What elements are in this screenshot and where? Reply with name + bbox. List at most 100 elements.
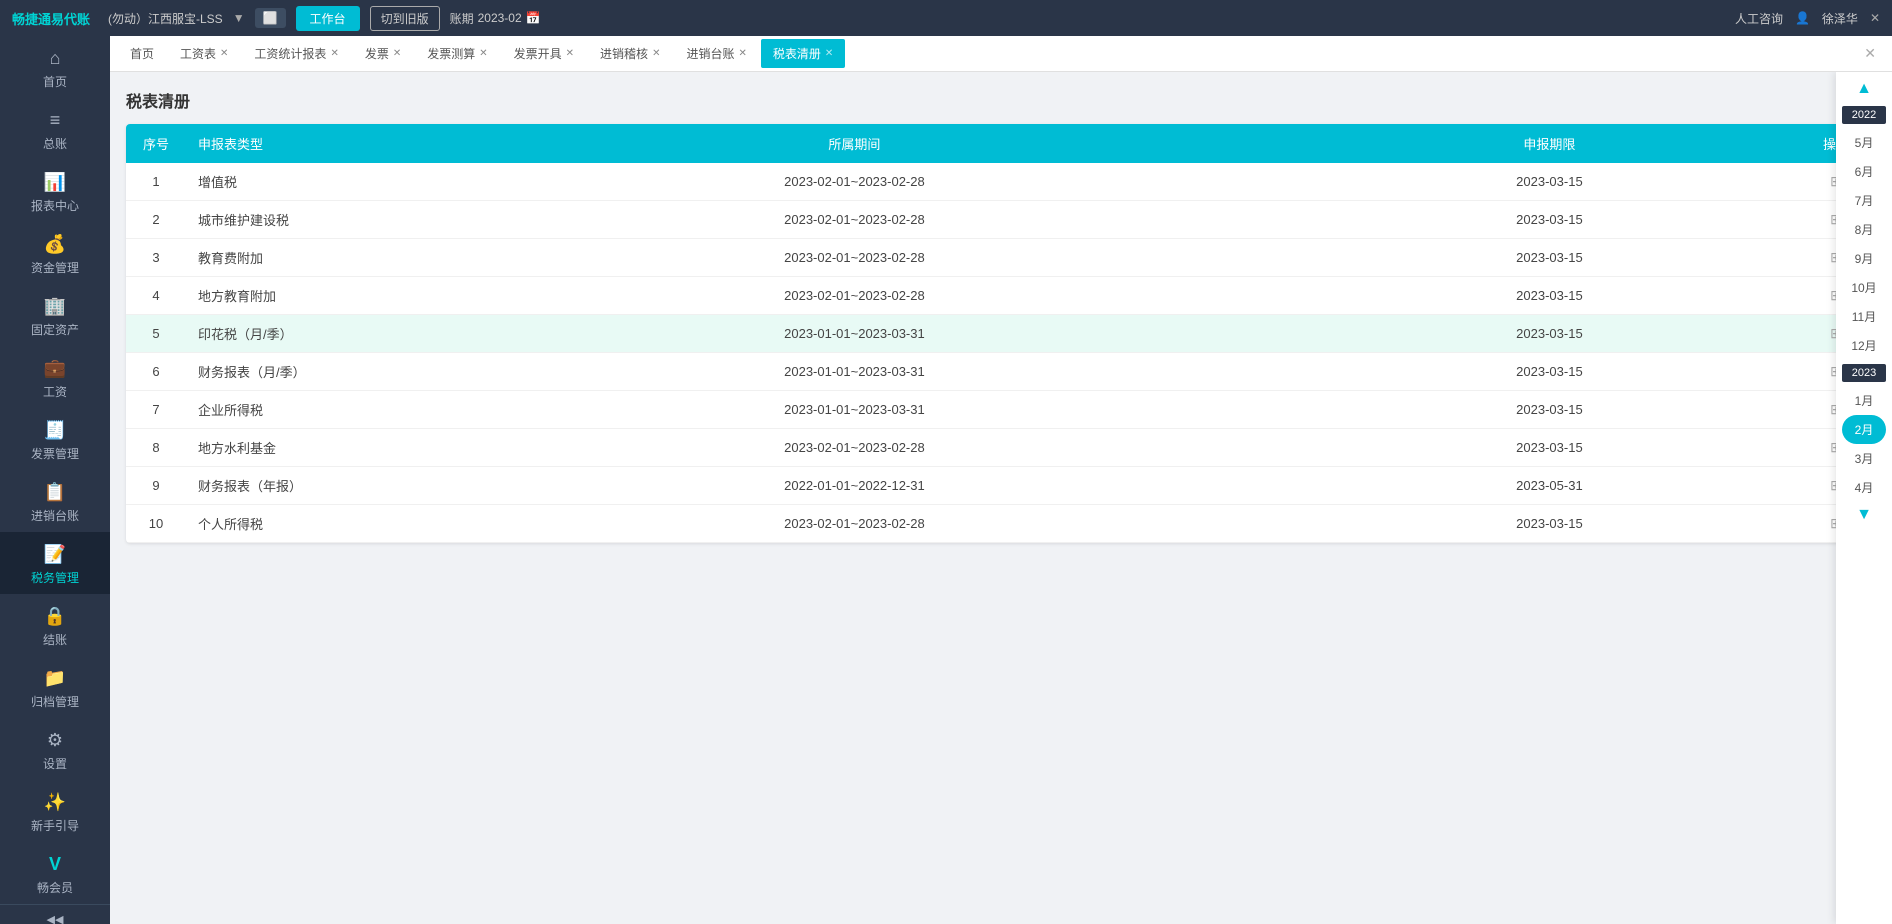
cell-deadline: 2023-05-31 [1303, 467, 1796, 505]
cal-month-7[interactable]: 7月 [1842, 186, 1886, 215]
workspace-button[interactable]: 工作台 [296, 6, 360, 31]
sidebar-item-settings[interactable]: ⚙ 设置 [0, 718, 110, 780]
tab-tax-list-label: 税表清册 [773, 45, 821, 62]
cell-no: 4 [126, 277, 186, 315]
sidebar-item-home[interactable]: ⌂ 首页 [0, 36, 110, 98]
sidebar-item-guide[interactable]: ✨ 新手引导 [0, 780, 110, 842]
sidebar-item-closing[interactable]: 🔒 结账 [0, 594, 110, 656]
purchase-sales-icon: 📋 [44, 482, 66, 503]
sidebar-pin[interactable]: ◀◀ 取消固定 [0, 904, 110, 924]
cell-deadline: 2023-03-15 [1303, 505, 1796, 543]
cal-nav-up[interactable]: ▲ [1852, 76, 1876, 102]
cal-nav-down[interactable]: ▼ [1852, 502, 1876, 528]
guide-icon: ✨ [44, 792, 66, 813]
company-selector[interactable]: (勿动）江西服宝-LSS [108, 10, 223, 27]
tab-purchase-audit-label: 进销稽核 [600, 45, 648, 62]
cal-month-11[interactable]: 11月 [1842, 302, 1886, 331]
tab-purchase-audit[interactable]: 进销稽核 ✕ [588, 39, 672, 68]
table-row: 6 财务报表（月/季） 2023-01-01~2023-03-31 2023-0… [126, 353, 1876, 391]
tab-home[interactable]: 首页 [118, 39, 166, 68]
cell-deadline: 2023-03-15 [1303, 277, 1796, 315]
sidebar-item-salary[interactable]: 💼 工资 [0, 346, 110, 408]
copy-icon-btn[interactable]: ⬜ [255, 8, 286, 28]
sidebar-label-salary: 工资 [43, 383, 67, 400]
cal-month-3[interactable]: 3月 [1842, 444, 1886, 473]
tab-invoice-open[interactable]: 发票开具 ✕ [502, 39, 586, 68]
sidebar: ⌂ 首页 ≡ 总账 📊 报表中心 💰 资金管理 🏢 固定资产 💼 工资 🧾 发票… [0, 36, 110, 924]
sidebar-item-reports[interactable]: 📊 报表中心 [0, 160, 110, 222]
assets-icon: 🏢 [44, 296, 66, 317]
archive-icon: 📁 [44, 668, 66, 689]
cell-deadline: 2023-03-15 [1303, 391, 1796, 429]
cal-month-1[interactable]: 1月 [1842, 386, 1886, 415]
tab-invoice-close[interactable]: ✕ [393, 48, 401, 59]
sidebar-item-assets[interactable]: 🏢 固定资产 [0, 284, 110, 346]
tab-salary-report[interactable]: 工资统计报表 ✕ [242, 39, 350, 68]
sidebar-item-vip[interactable]: V 畅会员 [0, 842, 110, 904]
table-row: 2 城市维护建设税 2023-02-01~2023-02-28 2023-03-… [126, 201, 1876, 239]
sidebar-item-archive[interactable]: 📁 归档管理 [0, 656, 110, 718]
tab-invoice[interactable]: 发票 ✕ [353, 39, 413, 68]
tab-tax-list[interactable]: 税表清册 ✕ [761, 39, 845, 68]
cal-month-5[interactable]: 5月 [1842, 128, 1886, 157]
cell-type: 地方水利基金 [186, 429, 406, 467]
sidebar-item-purchase-sales[interactable]: 📋 进销台账 [0, 470, 110, 532]
sidebar-item-ledger[interactable]: ≡ 总账 [0, 98, 110, 160]
customer-service-link[interactable]: 人工咨询 [1735, 10, 1783, 27]
period-label: 账期 [450, 10, 474, 27]
period-value: 2023-02 [478, 11, 522, 25]
user-avatar: 👤 [1795, 11, 1810, 25]
table-header: 序号 申报表类型 所属期间 申报期限 操作 [126, 124, 1876, 163]
window-close-icon[interactable]: ✕ [1870, 11, 1880, 25]
close-all-button[interactable]: ✕ [1856, 45, 1884, 62]
cell-period: 2023-02-01~2023-02-28 [406, 163, 1303, 201]
cell-period: 2023-01-01~2023-03-31 [406, 353, 1303, 391]
top-bar-right: 人工咨询 👤 徐泽华 ✕ [1735, 10, 1880, 27]
sidebar-item-funds[interactable]: 💰 资金管理 [0, 222, 110, 284]
cell-period: 2023-02-01~2023-02-28 [406, 505, 1303, 543]
cell-type: 财务报表（年报） [186, 467, 406, 505]
cell-type: 财务报表（月/季） [186, 353, 406, 391]
cell-period: 2023-01-01~2023-03-31 [406, 315, 1303, 353]
tab-invoice-open-close[interactable]: ✕ [566, 48, 574, 59]
tab-purchase-ledger-close[interactable]: ✕ [738, 48, 746, 59]
sidebar-label-vip: 畅会员 [37, 879, 73, 896]
sidebar-label-ledger: 总账 [43, 135, 67, 152]
cal-month-9[interactable]: 9月 [1842, 244, 1886, 273]
switch-old-button[interactable]: 切到旧版 [370, 6, 440, 31]
cal-month-12[interactable]: 12月 [1842, 331, 1886, 360]
cal-month-4[interactable]: 4月 [1842, 473, 1886, 502]
table-row: 5 印花税（月/季） 2023-01-01~2023-03-31 2023-03… [126, 315, 1876, 353]
tab-invoice-calc-close[interactable]: ✕ [479, 48, 487, 59]
cell-deadline: 2023-03-15 [1303, 201, 1796, 239]
cal-year-2022: 2022 [1842, 106, 1886, 124]
sidebar-item-tax[interactable]: 📝 税务管理 [0, 532, 110, 594]
cell-type: 地方教育附加 [186, 277, 406, 315]
cal-month-2-active[interactable]: 2月 [1842, 415, 1886, 444]
cell-period: 2023-02-01~2023-02-28 [406, 429, 1303, 467]
tab-salary-close[interactable]: ✕ [220, 48, 228, 59]
user-name[interactable]: 徐泽华 [1822, 10, 1858, 27]
side-calendar: ▲ 2022 5月 6月 7月 8月 9月 10月 11月 12月 2023 1… [1836, 72, 1892, 924]
tab-salary-report-close[interactable]: ✕ [330, 48, 338, 59]
calendar-icon[interactable]: 📅 [526, 11, 541, 25]
cal-month-6[interactable]: 6月 [1842, 157, 1886, 186]
tab-purchase-ledger[interactable]: 进销台账 ✕ [674, 39, 758, 68]
cell-type: 企业所得税 [186, 391, 406, 429]
cal-month-10[interactable]: 10月 [1842, 273, 1886, 302]
col-type: 申报表类型 [186, 124, 406, 163]
content-area: 首页 工资表 ✕ 工资统计报表 ✕ 发票 ✕ 发票测算 ✕ 发票开具 ✕ [110, 36, 1892, 924]
cell-period: 2023-02-01~2023-02-28 [406, 277, 1303, 315]
tab-purchase-audit-close[interactable]: ✕ [652, 48, 660, 59]
col-period: 所属期间 [406, 124, 1303, 163]
sidebar-item-invoice[interactable]: 🧾 发票管理 [0, 408, 110, 470]
table-row: 4 地方教育附加 2023-02-01~2023-02-28 2023-03-1… [126, 277, 1876, 315]
cell-period: 2023-01-01~2023-03-31 [406, 391, 1303, 429]
tab-tax-list-close[interactable]: ✕ [825, 48, 833, 59]
tab-invoice-calc[interactable]: 发票测算 ✕ [415, 39, 499, 68]
cell-deadline: 2023-03-15 [1303, 239, 1796, 277]
tab-salary[interactable]: 工资表 ✕ [168, 39, 240, 68]
table-row: 7 企业所得税 2023-01-01~2023-03-31 2023-03-15… [126, 391, 1876, 429]
cal-month-8[interactable]: 8月 [1842, 215, 1886, 244]
tax-icon: 📝 [44, 544, 66, 565]
